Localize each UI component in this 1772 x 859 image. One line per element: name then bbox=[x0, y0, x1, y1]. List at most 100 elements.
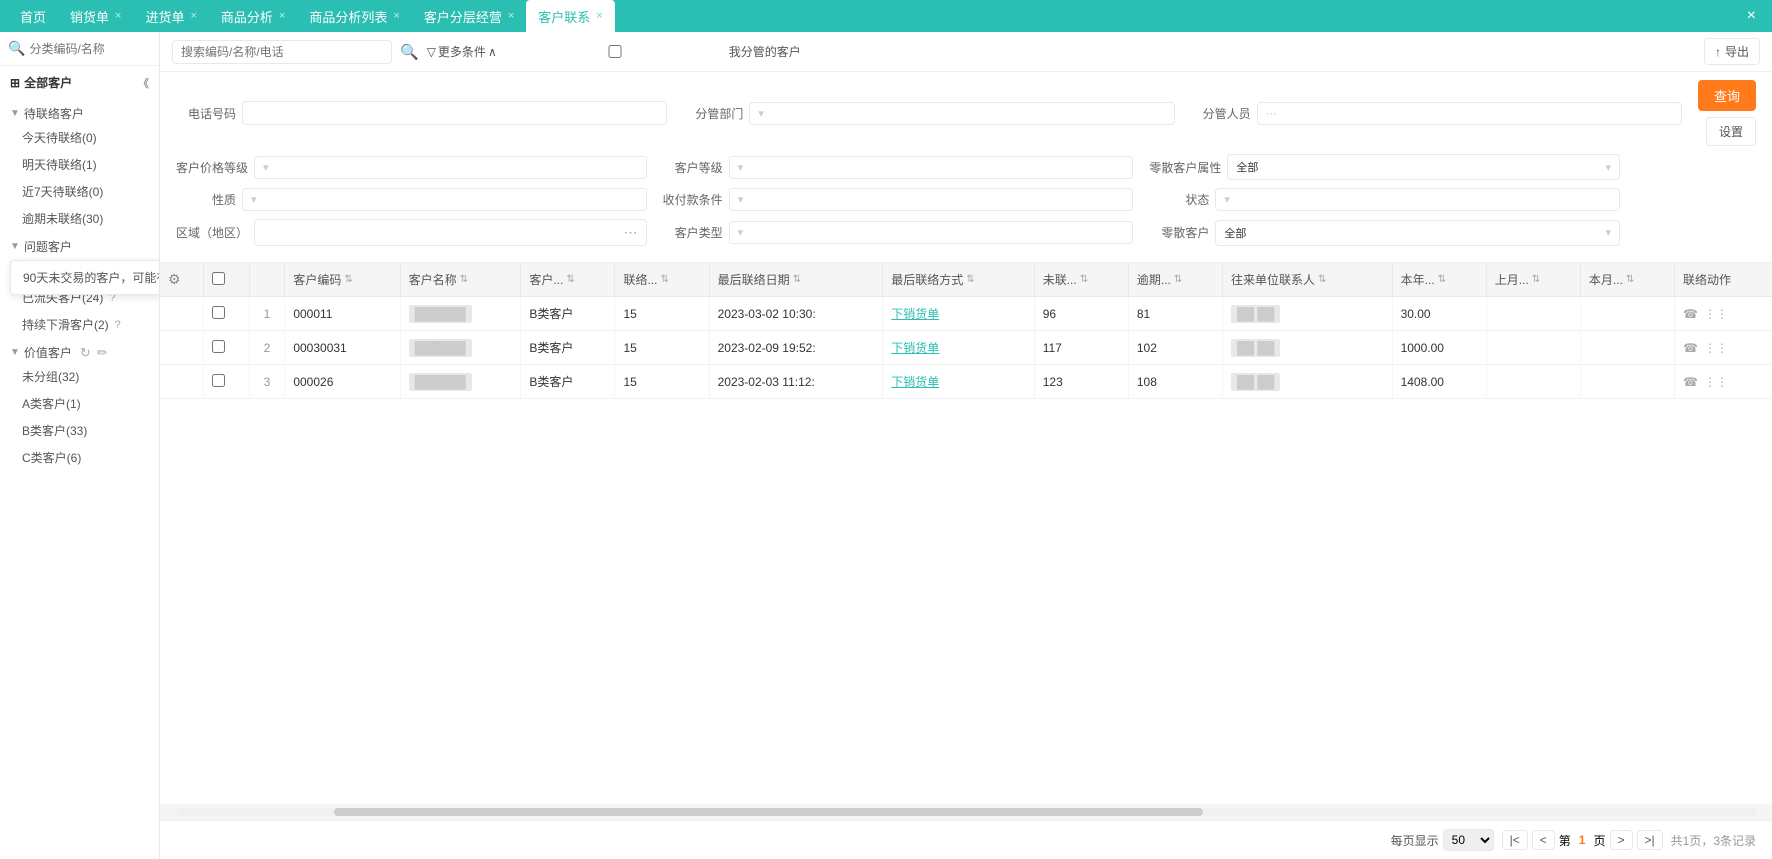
filter-scatter-customer-select[interactable]: 全部▾ bbox=[1215, 220, 1620, 246]
close-icon[interactable]: × bbox=[596, 10, 602, 22]
tab-home[interactable]: 首页 bbox=[8, 0, 58, 32]
th-uncontacted[interactable]: 未联...⇅ bbox=[1034, 263, 1128, 297]
region-dots[interactable]: ⋯ bbox=[624, 224, 638, 241]
search-input[interactable] bbox=[172, 40, 392, 64]
horizontal-scrollbar[interactable] bbox=[176, 808, 1756, 816]
th-last-contact-date[interactable]: 最后联络日期⇅ bbox=[709, 263, 883, 297]
filter-status-select[interactable]: ▾ bbox=[1215, 188, 1620, 211]
th-type[interactable]: 客户...⇅ bbox=[521, 263, 615, 297]
filter-customer-type-label: 客户类型 bbox=[663, 224, 723, 241]
close-icon[interactable]: × bbox=[190, 10, 196, 22]
sort-icon: ⇅ bbox=[1532, 274, 1540, 285]
th-settings[interactable]: ⚙ bbox=[160, 263, 204, 297]
tab-purchase[interactable]: 进货单 × bbox=[133, 0, 208, 32]
sidebar-group-problem[interactable]: ▼ 问题客户 90天未交易的客户，可能有流失风险。 bbox=[0, 232, 159, 257]
td-last-contact-method[interactable]: 下销货单 bbox=[883, 297, 1034, 331]
th-name[interactable]: 客户名称⇅ bbox=[400, 263, 521, 297]
row-checkbox[interactable] bbox=[212, 306, 225, 319]
filter-search-button[interactable]: 🔍 bbox=[400, 43, 419, 61]
td-index: 1 bbox=[249, 297, 285, 331]
filter-actions: 查询 设置 bbox=[1698, 80, 1756, 146]
td-last-contact-method[interactable]: 下销货单 bbox=[883, 331, 1034, 365]
filter-dept-select[interactable]: ▾ bbox=[749, 102, 1174, 125]
first-page-button[interactable]: |< bbox=[1502, 830, 1528, 850]
prev-page-button[interactable]: < bbox=[1532, 830, 1555, 850]
filter-price-level-select[interactable]: ▾ bbox=[254, 156, 647, 179]
filter-customer-level-select[interactable]: ▾ bbox=[729, 156, 1134, 179]
filter-nature-select[interactable]: ▾ bbox=[242, 188, 647, 211]
contact-icon[interactable]: ☎ bbox=[1683, 375, 1698, 389]
th-last-contact-method[interactable]: 最后联络方式⇅ bbox=[883, 263, 1034, 297]
last-page-button[interactable]: >| bbox=[1637, 830, 1663, 850]
more-action-icon[interactable]: ⋮⋮ bbox=[1704, 341, 1728, 355]
filter-person-select[interactable]: ⋯ bbox=[1257, 102, 1682, 125]
arrow-icon: ▼ bbox=[10, 108, 20, 119]
sidebar-item-a-class[interactable]: A类客户(1) bbox=[0, 390, 159, 417]
contact-icon[interactable]: ☎ bbox=[1683, 307, 1698, 321]
more-action-icon[interactable]: ⋮⋮ bbox=[1704, 307, 1728, 321]
row-checkbox[interactable] bbox=[212, 340, 225, 353]
close-icon[interactable]: × bbox=[279, 10, 285, 22]
close-icon[interactable]: × bbox=[115, 10, 121, 22]
filter-phone-input[interactable] bbox=[242, 101, 667, 125]
th-checkbox[interactable] bbox=[204, 263, 249, 297]
filter-payment-select[interactable]: ▾ bbox=[729, 188, 1134, 211]
sidebar-search-input[interactable] bbox=[29, 42, 160, 56]
contact-icon[interactable]: ☎ bbox=[1683, 341, 1698, 355]
th-overdue[interactable]: 逾期...⇅ bbox=[1128, 263, 1222, 297]
grid-icon: ⊞ bbox=[10, 76, 20, 90]
sidebar-item-7days-pending[interactable]: 近7天待联络(0) bbox=[0, 178, 159, 205]
th-last-month[interactable]: 上月...⇅ bbox=[1486, 263, 1580, 297]
th-code[interactable]: 客户编码⇅ bbox=[285, 263, 400, 297]
edit-icon[interactable]: ✏ bbox=[97, 345, 108, 361]
close-icon[interactable]: × bbox=[508, 10, 514, 22]
td-checkbox[interactable] bbox=[204, 297, 249, 331]
contact-method-link[interactable]: 下销货单 bbox=[891, 341, 939, 355]
contact-method-link[interactable]: 下销货单 bbox=[891, 375, 939, 389]
sidebar-item-tomorrow-pending[interactable]: 明天待联络(1) bbox=[0, 151, 159, 178]
th-this-month[interactable]: 本月...⇅ bbox=[1580, 263, 1674, 297]
query-button[interactable]: 查询 bbox=[1698, 80, 1756, 111]
td-checkbox[interactable] bbox=[204, 331, 249, 365]
tab-sales[interactable]: 销货单 × bbox=[58, 0, 133, 32]
tab-customer-layer[interactable]: 客户分层经营 × bbox=[412, 0, 526, 32]
select-all-checkbox[interactable] bbox=[212, 272, 225, 285]
sidebar-item-overdue-pending[interactable]: 逾期未联络(30) bbox=[0, 205, 159, 232]
td-last-month bbox=[1486, 365, 1580, 399]
sidebar-item-ungrouped[interactable]: 未分组(32) bbox=[0, 363, 159, 390]
sidebar-all-customers[interactable]: ⊞ 全部客户 《 bbox=[0, 66, 159, 99]
more-conditions-toggle[interactable]: ▽ 更多条件 ∧ bbox=[427, 43, 497, 60]
filter-region: 区域（地区） ⋯ bbox=[176, 219, 647, 246]
scrollbar-thumb[interactable] bbox=[334, 808, 1203, 816]
window-close-icon[interactable]: × bbox=[1739, 7, 1764, 25]
table-row: 3 000026 ██████ B类客户 15 2023-02-03 11:12… bbox=[160, 365, 1772, 399]
sidebar-group-value[interactable]: ▼ 价值客户 ↻ ✏ bbox=[0, 338, 159, 363]
td-type: B类客户 bbox=[521, 365, 615, 399]
td-checkbox[interactable] bbox=[204, 365, 249, 399]
my-customers-checkbox[interactable] bbox=[505, 45, 725, 58]
more-action-icon[interactable]: ⋮⋮ bbox=[1704, 375, 1728, 389]
refresh-icon[interactable]: ↻ bbox=[80, 345, 91, 361]
th-unit-contact[interactable]: 往来单位联系人⇅ bbox=[1223, 263, 1393, 297]
search-icon: 🔍 bbox=[8, 40, 25, 57]
row-checkbox[interactable] bbox=[212, 374, 225, 387]
settings-button[interactable]: 设置 bbox=[1706, 117, 1756, 146]
sidebar-item-today-pending[interactable]: 今天待联络(0) bbox=[0, 124, 159, 151]
tab-goods-analysis[interactable]: 商品分析 × bbox=[209, 0, 297, 32]
sidebar-item-declining[interactable]: 持续下滑客户(2) ? bbox=[0, 311, 159, 338]
sidebar-group-pending[interactable]: ▼ 待联络客户 bbox=[0, 99, 159, 124]
sidebar-item-b-class[interactable]: B类客户(33) bbox=[0, 417, 159, 444]
sidebar-item-c-class[interactable]: C类客户(6) bbox=[0, 444, 159, 471]
close-icon[interactable]: × bbox=[393, 10, 399, 22]
tab-goods-analysis-list[interactable]: 商品分析列表 × bbox=[297, 0, 411, 32]
th-contact[interactable]: 联络...⇅ bbox=[615, 263, 709, 297]
next-page-button[interactable]: > bbox=[1610, 830, 1633, 850]
tab-customer-contact[interactable]: 客户联系 × bbox=[526, 0, 614, 32]
contact-method-link[interactable]: 下销货单 bbox=[891, 307, 939, 321]
filter-scatter-attr-select[interactable]: 全部▾ bbox=[1227, 154, 1620, 180]
td-last-contact-method[interactable]: 下销货单 bbox=[883, 365, 1034, 399]
export-button[interactable]: ↑ 导出 bbox=[1704, 38, 1760, 65]
per-page-select[interactable]: 50 100 200 bbox=[1443, 829, 1494, 851]
filter-customer-type-select[interactable]: ▾ bbox=[729, 221, 1134, 244]
th-this-year[interactable]: 本年...⇅ bbox=[1392, 263, 1486, 297]
